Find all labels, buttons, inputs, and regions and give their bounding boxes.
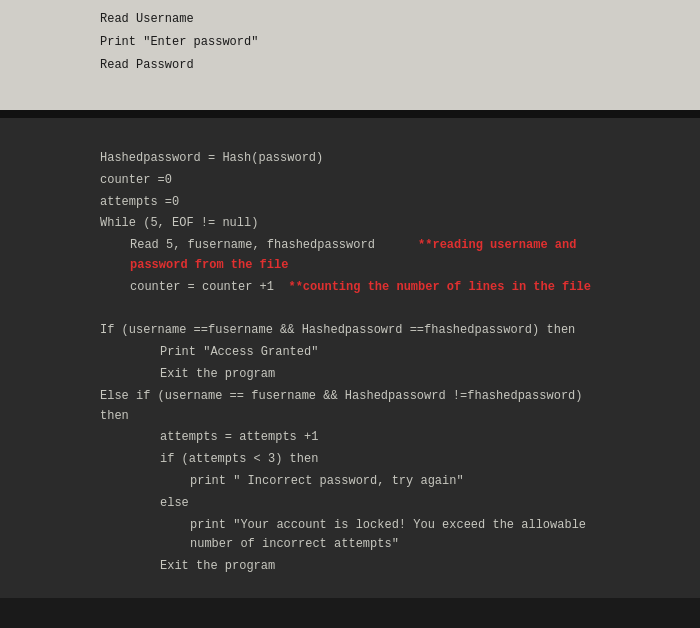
line-print-incorrect: print " Incorrect password, try again" — [0, 471, 700, 493]
line-read5: Read 5, fusername, fhashedpassword **rea… — [0, 235, 700, 277]
line-print-access: Print "Access Granted" — [0, 342, 700, 364]
spacer1 — [0, 299, 700, 321]
line-read-password: Read Password — [0, 54, 700, 77]
line-if-attempts: if (attempts < 3) then — [0, 449, 700, 471]
bottom-panel: Hashedpassword = Hash(password) counter … — [0, 118, 700, 598]
line-exit1: Exit the program — [0, 364, 700, 386]
line-print-enter-password: Print "Enter password" — [0, 31, 700, 54]
line-hashedpassword: Hashedpassword = Hash(password) — [0, 148, 700, 170]
panel-divider — [0, 110, 700, 118]
line-if-username: If (username ==fusername && Hashedpassow… — [0, 320, 700, 342]
line-print-locked: print "Your account is locked! You excee… — [0, 515, 700, 557]
top-panel: Read Username Print "Enter password" Rea… — [0, 0, 700, 110]
line-read-username: Read Username — [0, 8, 700, 31]
line-else: else — [0, 493, 700, 515]
line-attempts-plus: attempts = attempts +1 — [0, 427, 700, 449]
line-attempts: attempts =0 — [0, 192, 700, 214]
line-counter: counter =0 — [0, 170, 700, 192]
line-exit2: Exit the program — [0, 556, 700, 578]
line-while: While (5, EOF != null) — [0, 213, 700, 235]
line-counter-plus: counter = counter +1 **counting the numb… — [0, 277, 700, 299]
line-else-if: Else if (username == fusername && Hashed… — [0, 386, 700, 428]
